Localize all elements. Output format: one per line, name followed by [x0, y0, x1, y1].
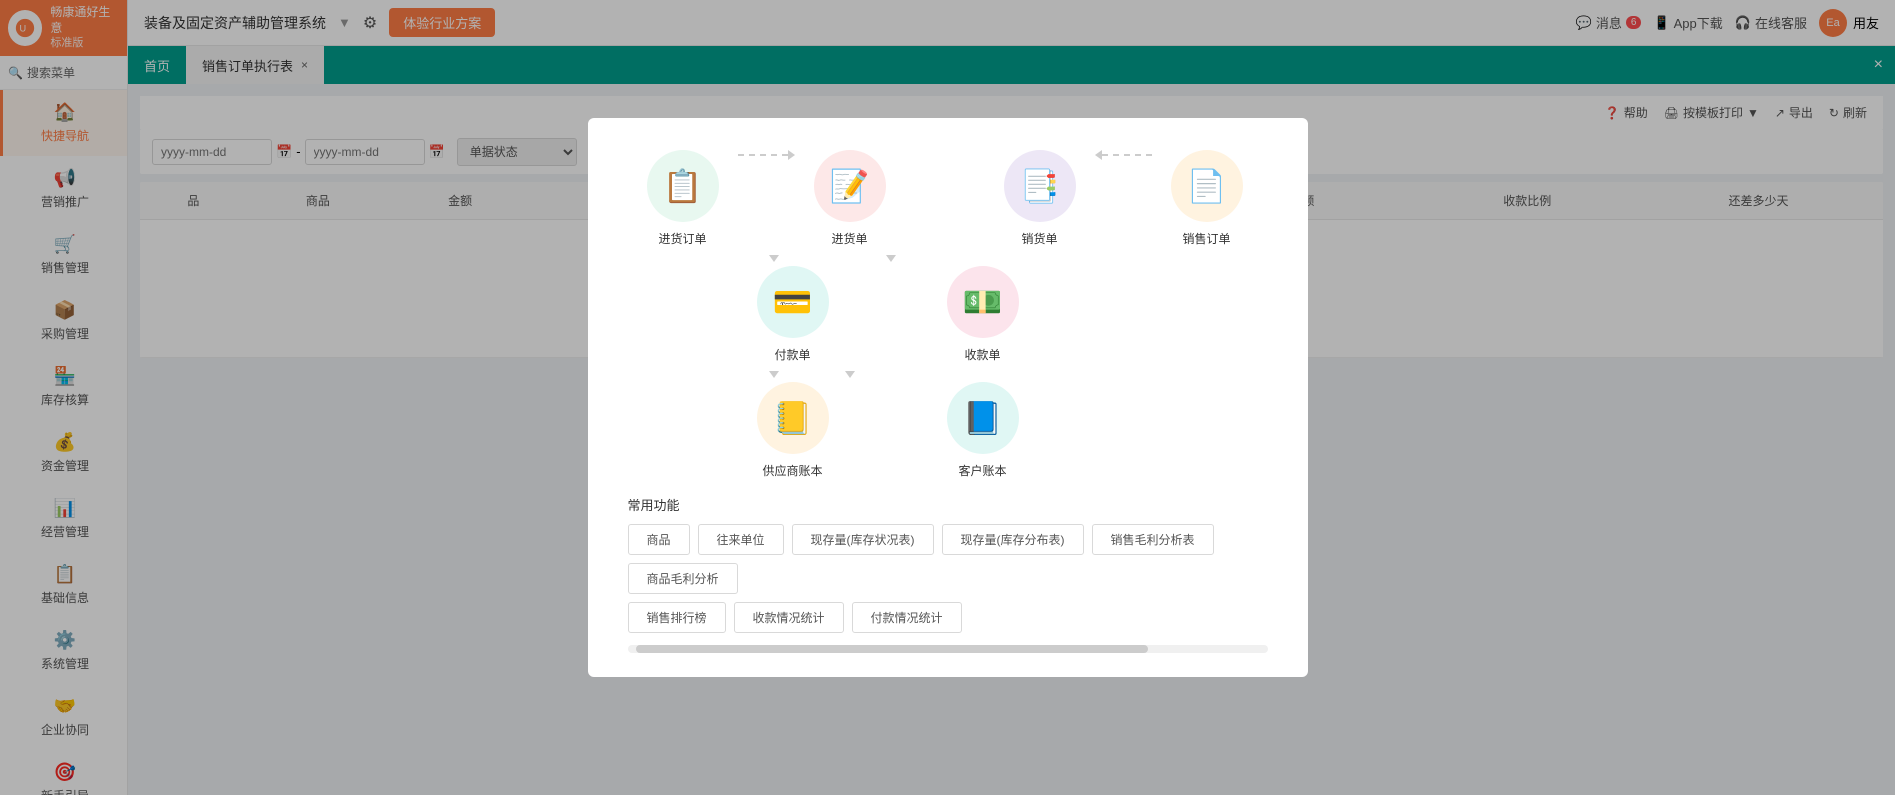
flow-node-payment[interactable]: 💳 付款单 [738, 266, 848, 363]
func-btn-sales-rank[interactable]: 销售排行榜 [628, 602, 726, 633]
flow-node-purchase-bill[interactable]: 📝 进货单 [795, 150, 905, 247]
sales-order-icon: 📄 [1171, 150, 1243, 222]
flow-node-customer-ledger[interactable]: 📘 客户账本 [928, 382, 1038, 479]
modal-scrollbar[interactable] [628, 645, 1268, 653]
receipt-icon: 💵 [947, 266, 1019, 338]
function-buttons: 商品 往来单位 现存量(库存状况表) 现存量(库存分布表) 销售毛利分析表 商品… [628, 524, 1268, 594]
purchase-bill-icon: 📝 [814, 150, 886, 222]
flow-diagram: 📋 进货订单 📝 进货单 [628, 150, 1268, 653]
func-btn-stock-status[interactable]: 现存量(库存状况表) [792, 524, 934, 555]
flow-node-purchase-order[interactable]: 📋 进货订单 [628, 150, 738, 247]
func-btn-product-margin[interactable]: 商品毛利分析 [628, 563, 738, 594]
flow-node-receipt[interactable]: 💵 收款单 [928, 266, 1038, 363]
modal: 📋 进货订单 📝 进货单 [588, 118, 1308, 677]
common-functions: 常用功能 商品 往来单位 现存量(库存状况表) 现存量(库存分布表) 销售毛利分… [628, 495, 1268, 633]
common-functions-title: 常用功能 [628, 495, 1268, 514]
modal-scrollbar-thumb [636, 645, 1148, 653]
func-btn-product[interactable]: 商品 [628, 524, 690, 555]
flow-node-supplier-ledger[interactable]: 📒 供应商账本 [738, 382, 848, 479]
func-btn-stock-dist[interactable]: 现存量(库存分布表) [942, 524, 1084, 555]
purchase-order-icon: 📋 [647, 150, 719, 222]
customer-ledger-icon: 📘 [947, 382, 1019, 454]
func-btn-sales-margin[interactable]: 销售毛利分析表 [1092, 524, 1214, 555]
func-btn-partner[interactable]: 往来单位 [698, 524, 784, 555]
func-btn-receipt-stat[interactable]: 收款情况统计 [734, 602, 844, 633]
payment-icon: 💳 [757, 266, 829, 338]
function-buttons-row2: 销售排行榜 收款情况统计 付款情况统计 [628, 602, 1268, 633]
sales-bill-icon: 📑 [1004, 150, 1076, 222]
func-btn-payment-stat[interactable]: 付款情况统计 [852, 602, 962, 633]
flow-node-sales-bill[interactable]: 📑 销货单 [985, 150, 1095, 247]
modal-overlay[interactable]: 📋 进货订单 📝 进货单 [0, 0, 1895, 795]
flow-node-sales-order[interactable]: 📄 销售订单 [1152, 150, 1262, 247]
supplier-ledger-icon: 📒 [757, 382, 829, 454]
